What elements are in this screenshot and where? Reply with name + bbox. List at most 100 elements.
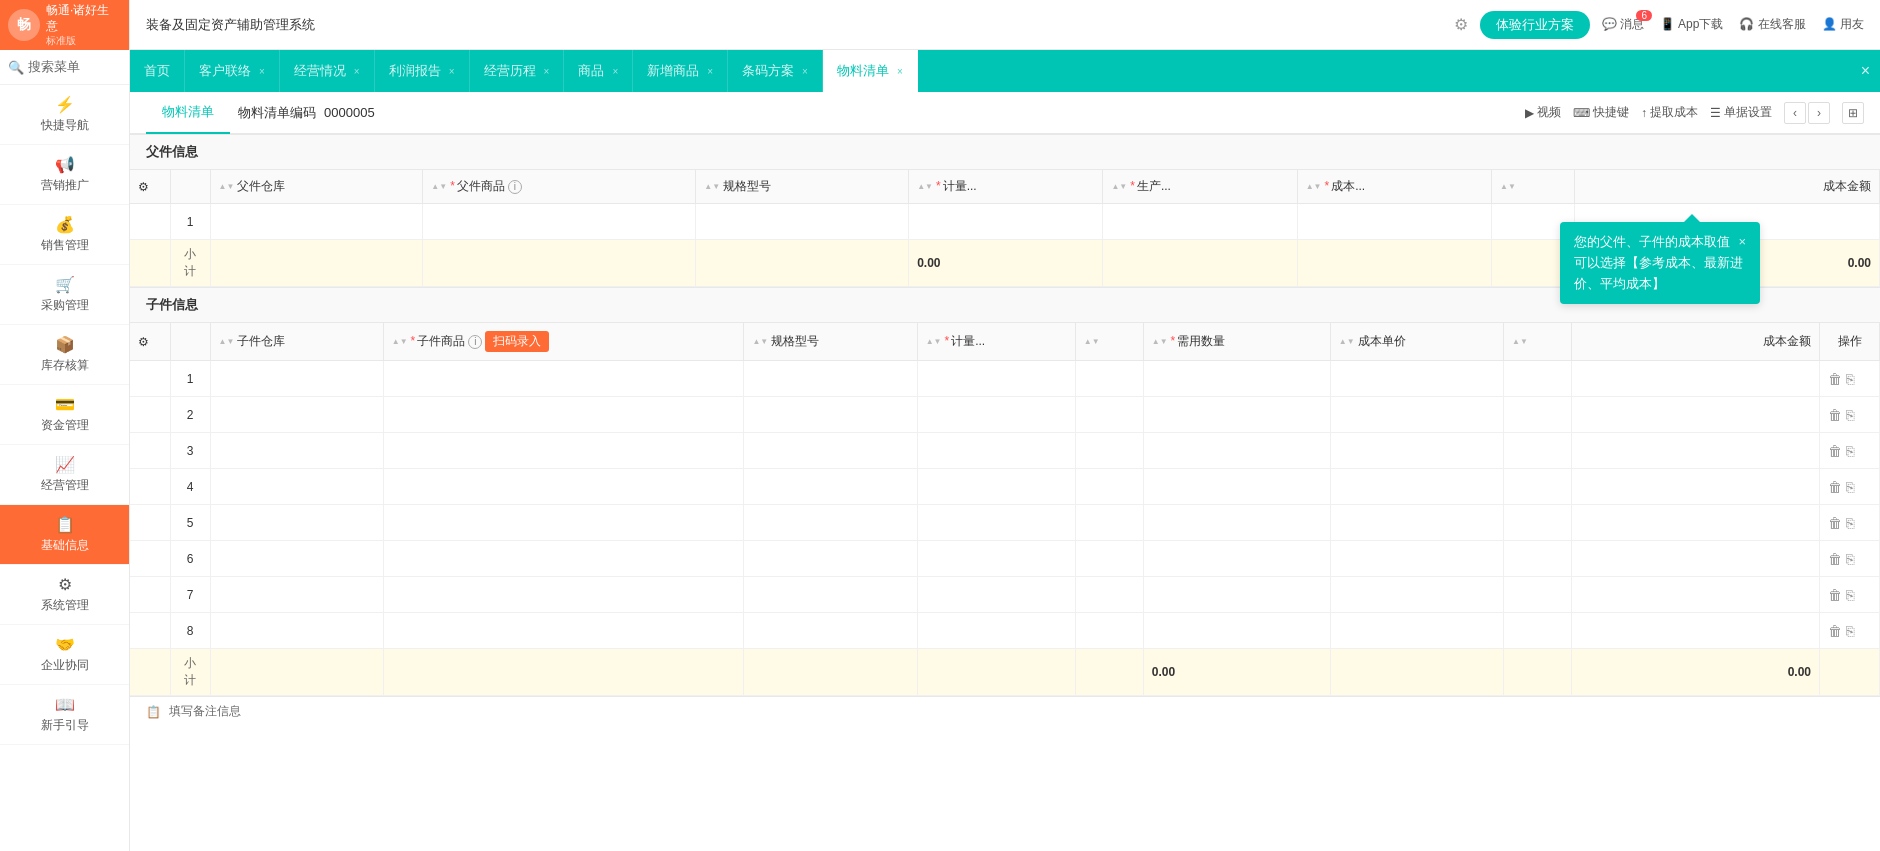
sidebar-item-sales[interactable]: 💰 销售管理 <box>0 205 129 265</box>
parent-row1-cost[interactable] <box>1297 204 1491 240</box>
copy-icon[interactable]: ⎘ <box>1846 443 1854 459</box>
copy-icon[interactable]: ⎘ <box>1846 623 1854 639</box>
parent-row1-product[interactable] <box>423 204 696 240</box>
tab-home[interactable]: 首页 <box>130 50 185 92</box>
tab-bom[interactable]: 物料清单 × <box>823 50 918 92</box>
child-row2-unit[interactable] <box>917 397 1075 433</box>
sub-tab-bom-list[interactable]: 物料清单 <box>146 92 230 134</box>
child-row7-unit[interactable] <box>917 577 1075 613</box>
child-row7-warehouse[interactable] <box>210 577 383 613</box>
child-row5-sort2[interactable] <box>1504 505 1572 541</box>
child-row6-spec[interactable] <box>744 541 917 577</box>
prev-record[interactable]: ‹ <box>1784 102 1806 124</box>
tab-products-close[interactable]: × <box>612 66 618 77</box>
scan-input-button[interactable]: 扫码录入 <box>485 331 549 352</box>
delete-icon[interactable]: 🗑 <box>1828 443 1842 459</box>
child-row5-unit-cost[interactable] <box>1330 505 1503 541</box>
child-row1-sort[interactable] <box>1075 361 1143 397</box>
delete-icon[interactable]: 🗑 <box>1828 551 1842 567</box>
child-row6-sort2[interactable] <box>1504 541 1572 577</box>
copy-icon[interactable]: ⎘ <box>1846 587 1854 603</box>
parent-row1-spec[interactable] <box>696 204 909 240</box>
copy-icon[interactable]: ⎘ <box>1846 371 1854 387</box>
child-row3-sort2[interactable] <box>1504 433 1572 469</box>
child-row5-spec[interactable] <box>744 505 917 541</box>
sidebar-item-guide[interactable]: 📖 新手引导 <box>0 685 129 745</box>
child-row3-spec[interactable] <box>744 433 917 469</box>
sidebar-item-system[interactable]: ⚙ 系统管理 <box>0 565 129 625</box>
child-row5-sort[interactable] <box>1075 505 1143 541</box>
delete-icon[interactable]: 🗑 <box>1828 479 1842 495</box>
tab-ops-close[interactable]: × <box>354 66 360 77</box>
tab-customer[interactable]: 客户联络 × <box>185 50 280 92</box>
child-row2-spec[interactable] <box>744 397 917 433</box>
tab-bom-close[interactable]: × <box>897 66 903 77</box>
child-row8-qty[interactable] <box>1143 613 1330 649</box>
child-row2-qty[interactable] <box>1143 397 1330 433</box>
child-row4-product[interactable] <box>383 469 744 505</box>
copy-icon[interactable]: ⎘ <box>1846 479 1854 495</box>
child-row6-amount[interactable] <box>1571 541 1819 577</box>
child-row2-sort2[interactable] <box>1504 397 1572 433</box>
child-row7-qty[interactable] <box>1143 577 1330 613</box>
child-row6-warehouse[interactable] <box>210 541 383 577</box>
child-row1-product[interactable] <box>383 361 744 397</box>
child-row1-unit-cost[interactable] <box>1330 361 1503 397</box>
parent-row1-produce[interactable] <box>1103 204 1297 240</box>
child-row8-sort[interactable] <box>1075 613 1143 649</box>
tab-products[interactable]: 商品 × <box>564 50 633 92</box>
sidebar-item-search[interactable]: 🔍 搜索菜单 <box>0 50 129 85</box>
message-badge[interactable]: 💬 6 消息 <box>1602 16 1644 33</box>
child-row3-product[interactable] <box>383 433 744 469</box>
child-row2-warehouse[interactable] <box>210 397 383 433</box>
child-row3-unit[interactable] <box>917 433 1075 469</box>
parent-row1-unit[interactable] <box>909 204 1103 240</box>
sidebar-item-marketing[interactable]: 📢 营销推广 <box>0 145 129 205</box>
child-row8-product[interactable] <box>383 613 744 649</box>
child-row7-product[interactable] <box>383 577 744 613</box>
child-row2-sort[interactable] <box>1075 397 1143 433</box>
tab-new-product-close[interactable]: × <box>707 66 713 77</box>
sidebar-item-finance[interactable]: 💳 资金管理 <box>0 385 129 445</box>
child-row1-spec[interactable] <box>744 361 917 397</box>
single-settings-action[interactable]: ☰ 单据设置 <box>1710 104 1772 121</box>
child-row6-qty[interactable] <box>1143 541 1330 577</box>
child-row4-unit-cost[interactable] <box>1330 469 1503 505</box>
user-menu[interactable]: 👤 用友 <box>1822 16 1864 33</box>
child-row4-warehouse[interactable] <box>210 469 383 505</box>
child-row7-unit-cost[interactable] <box>1330 577 1503 613</box>
child-row8-unit[interactable] <box>917 613 1075 649</box>
child-row1-amount[interactable] <box>1571 361 1819 397</box>
child-row8-unit-cost[interactable] <box>1330 613 1503 649</box>
child-row2-unit-cost[interactable] <box>1330 397 1503 433</box>
tab-history-close[interactable]: × <box>544 66 550 77</box>
sidebar-item-basic-info[interactable]: 📋 基础信息 <box>0 505 129 565</box>
shortcut-action[interactable]: ⌨ 快捷键 <box>1573 104 1629 121</box>
sidebar-item-purchase[interactable]: 🛒 采购管理 <box>0 265 129 325</box>
child-row5-amount[interactable] <box>1571 505 1819 541</box>
child-settings-icon[interactable]: ⚙ <box>138 335 149 349</box>
extract-cost-action[interactable]: ↑ 提取成本 <box>1641 104 1698 121</box>
copy-icon[interactable]: ⎘ <box>1846 407 1854 423</box>
tab-operations-status[interactable]: 经营情况 × <box>280 50 375 92</box>
tooltip-close-button[interactable]: × <box>1738 232 1746 253</box>
child-row7-sort[interactable] <box>1075 577 1143 613</box>
sidebar-item-quick-nav[interactable]: ⚡ 快捷导航 <box>0 85 129 145</box>
child-row1-qty[interactable] <box>1143 361 1330 397</box>
app-download-link[interactable]: 📱 App下载 <box>1660 16 1723 33</box>
child-row8-amount[interactable] <box>1571 613 1819 649</box>
delete-icon[interactable]: 🗑 <box>1828 371 1842 387</box>
child-row5-product[interactable] <box>383 505 744 541</box>
delete-icon[interactable]: 🗑 <box>1828 407 1842 423</box>
bottom-area[interactable]: 📋 填写备注信息 <box>130 696 1880 726</box>
tab-profit-close[interactable]: × <box>449 66 455 77</box>
grid-view-toggle[interactable]: ⊞ <box>1842 102 1864 124</box>
child-row6-unit[interactable] <box>917 541 1075 577</box>
parent-row1-warehouse[interactable] <box>210 204 423 240</box>
child-row3-warehouse[interactable] <box>210 433 383 469</box>
trial-button[interactable]: 体验行业方案 <box>1480 11 1590 39</box>
child-row1-sort2[interactable] <box>1504 361 1572 397</box>
child-row6-product[interactable] <box>383 541 744 577</box>
child-row3-sort[interactable] <box>1075 433 1143 469</box>
delete-icon[interactable]: 🗑 <box>1828 623 1842 639</box>
